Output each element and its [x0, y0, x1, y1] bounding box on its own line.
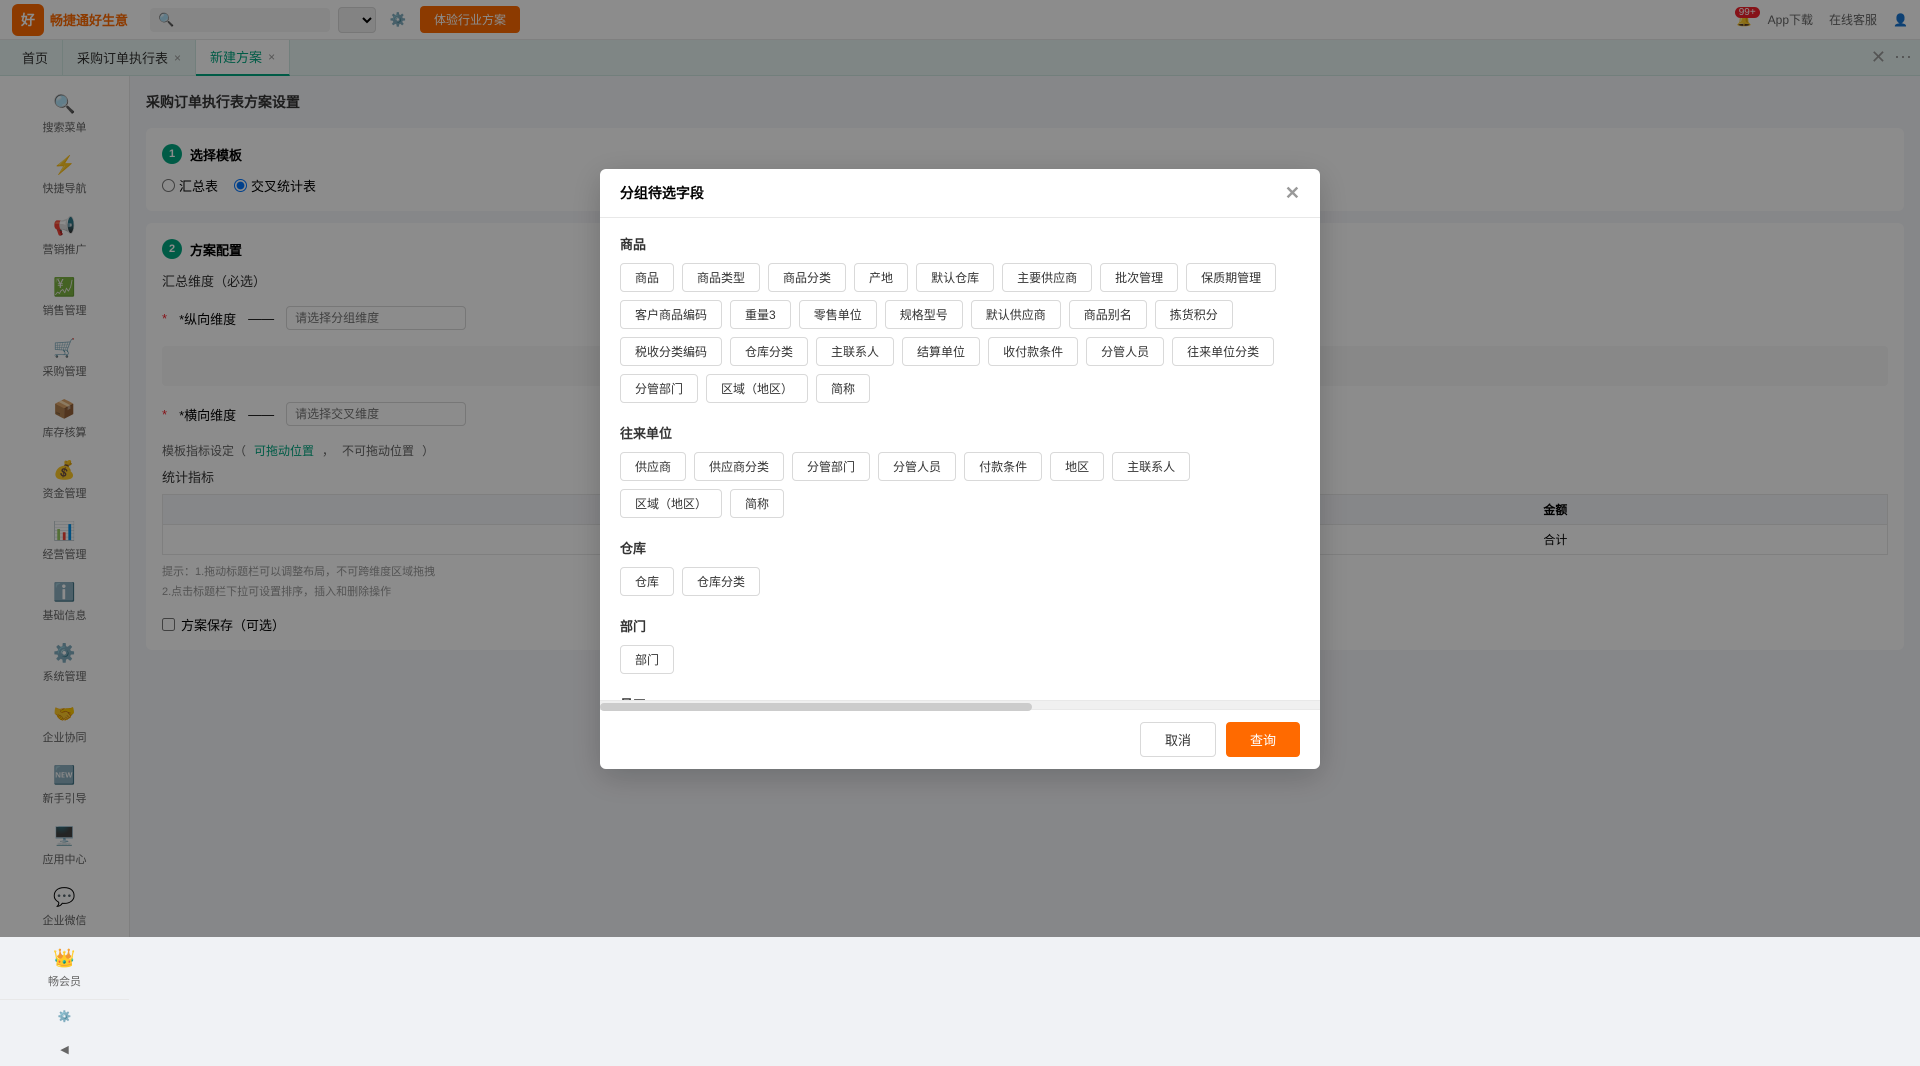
settings-icon: ⚙️ — [58, 1010, 72, 1023]
field-section-warehouse-title: 仓库 — [620, 538, 1300, 557]
sidebar-settings[interactable]: ⚙️ — [0, 1000, 129, 1033]
field-tag[interactable]: 供应商分类 — [694, 452, 784, 481]
field-tag[interactable]: 部门 — [620, 645, 674, 674]
field-tag[interactable]: 地区 — [1050, 452, 1104, 481]
field-tags-warehouse: 仓库 仓库分类 — [620, 567, 1300, 596]
field-tag[interactable]: 仓库分类 — [682, 567, 760, 596]
field-tag[interactable]: 分管人员 — [1086, 337, 1164, 366]
field-tag[interactable]: 收付款条件 — [988, 337, 1078, 366]
field-tag[interactable]: 区域（地区） — [620, 489, 722, 518]
field-section-partner: 往来单位 供应商 供应商分类 分管部门 分管人员 付款条件 地区 主联系人 区域… — [620, 423, 1300, 518]
modal-hscroll[interactable] — [600, 700, 1320, 709]
modal-footer: 取消 查询 — [600, 709, 1320, 769]
field-tag[interactable]: 供应商 — [620, 452, 686, 481]
field-tag[interactable]: 分管部门 — [792, 452, 870, 481]
field-tag[interactable]: 商品类型 — [682, 263, 760, 292]
modal-body: 商品 商品 商品类型 商品分类 产地 默认仓库 主要供应商 批次管理 保质期管理… — [600, 218, 1320, 700]
field-tag[interactable]: 仓库 — [620, 567, 674, 596]
modal: 分组待选字段 ✕ 商品 商品 商品类型 商品分类 产地 默认仓库 主要供应商 批… — [600, 169, 1320, 769]
field-tag[interactable]: 重量3 — [730, 300, 791, 329]
modal-confirm-button[interactable]: 查询 — [1226, 722, 1300, 757]
field-section-warehouse: 仓库 仓库 仓库分类 — [620, 538, 1300, 596]
field-tag[interactable]: 主联系人 — [816, 337, 894, 366]
field-tag[interactable]: 商品 — [620, 263, 674, 292]
field-tag[interactable]: 分管部门 — [620, 374, 698, 403]
field-tag[interactable]: 结算单位 — [902, 337, 980, 366]
field-section-partner-title: 往来单位 — [620, 423, 1300, 442]
field-section-goods-title: 商品 — [620, 234, 1300, 253]
sidebar-item-member[interactable]: 👑 畅会员 — [0, 938, 129, 999]
field-tag[interactable]: 区域（地区） — [706, 374, 808, 403]
field-tag[interactable]: 默认供应商 — [971, 300, 1061, 329]
field-section-dept: 部门 部门 — [620, 616, 1300, 674]
modal-close-button[interactable]: ✕ — [1285, 184, 1300, 202]
modal-header: 分组待选字段 ✕ — [600, 169, 1320, 218]
field-tags-partner: 供应商 供应商分类 分管部门 分管人员 付款条件 地区 主联系人 区域（地区） … — [620, 452, 1300, 518]
field-tag[interactable]: 主要供应商 — [1002, 263, 1092, 292]
modal-overlay[interactable]: 分组待选字段 ✕ 商品 商品 商品类型 商品分类 产地 默认仓库 主要供应商 批… — [0, 0, 1920, 937]
field-tag[interactable]: 保质期管理 — [1186, 263, 1276, 292]
modal-title: 分组待选字段 — [620, 183, 704, 203]
field-section-dept-title: 部门 — [620, 616, 1300, 635]
field-tag[interactable]: 拣货积分 — [1155, 300, 1233, 329]
field-tag[interactable]: 仓库分类 — [730, 337, 808, 366]
field-tag[interactable]: 付款条件 — [964, 452, 1042, 481]
field-tag[interactable]: 简称 — [816, 374, 870, 403]
field-tag[interactable]: 往来单位分类 — [1172, 337, 1274, 366]
modal-cancel-button[interactable]: 取消 — [1140, 722, 1216, 757]
field-tag[interactable]: 税收分类编码 — [620, 337, 722, 366]
field-tag[interactable]: 客户商品编码 — [620, 300, 722, 329]
field-tags-goods: 商品 商品类型 商品分类 产地 默认仓库 主要供应商 批次管理 保质期管理 客户… — [620, 263, 1300, 403]
field-section-goods: 商品 商品 商品类型 商品分类 产地 默认仓库 主要供应商 批次管理 保质期管理… — [620, 234, 1300, 403]
field-tag[interactable]: 商品别名 — [1069, 300, 1147, 329]
modal-hscroll-thumb — [600, 703, 1032, 711]
field-tag[interactable]: 批次管理 — [1100, 263, 1178, 292]
collapse-icon: ◀ — [60, 1043, 68, 1056]
sidebar-bottom: ⚙️ ◀ — [0, 999, 129, 1066]
field-tag[interactable]: 分管人员 — [878, 452, 956, 481]
field-tag[interactable]: 默认仓库 — [916, 263, 994, 292]
field-tag[interactable]: 产地 — [854, 263, 908, 292]
field-tag[interactable]: 零售单位 — [799, 300, 877, 329]
field-tag[interactable]: 规格型号 — [885, 300, 963, 329]
field-tag[interactable]: 主联系人 — [1112, 452, 1190, 481]
field-tag[interactable]: 商品分类 — [768, 263, 846, 292]
member-icon: 👑 — [53, 948, 75, 969]
sidebar-collapse[interactable]: ◀ — [0, 1033, 129, 1066]
field-tags-dept: 部门 — [620, 645, 1300, 674]
sidebar-item-member-label: 畅会员 — [48, 973, 81, 989]
field-tag[interactable]: 简称 — [730, 489, 784, 518]
